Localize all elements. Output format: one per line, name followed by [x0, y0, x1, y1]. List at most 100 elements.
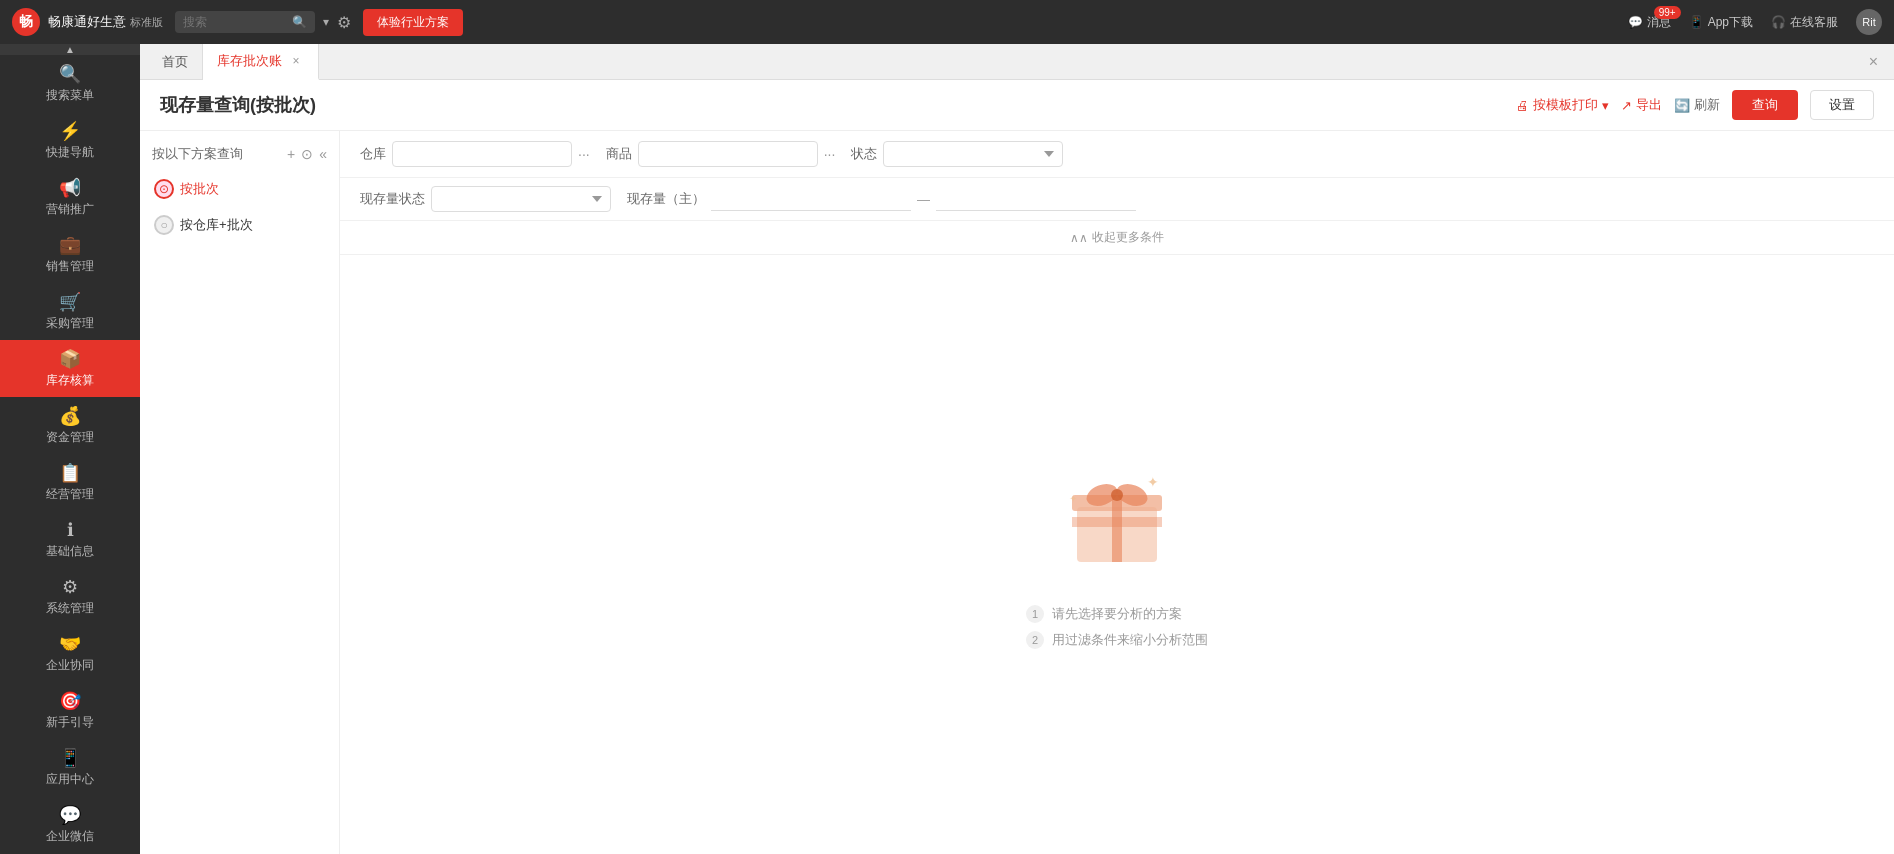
sidebar-item-marketing[interactable]: 📢 营销推广 — [0, 169, 140, 226]
left-panel-collapse-btn[interactable]: « — [319, 146, 327, 162]
headset-icon: 🎧 — [1771, 15, 1786, 29]
product-more-icon[interactable]: ··· — [824, 146, 836, 162]
enterprise-wechat-icon: 💬 — [59, 806, 81, 824]
query-button[interactable]: 查询 — [1732, 90, 1798, 120]
sidebar-item-enterprise-wechat[interactable]: 💬 企业微信 — [0, 796, 140, 853]
warehouse-input[interactable] — [392, 141, 572, 167]
page-header-actions: 🖨 按模板打印 ▾ ↗ 导出 🔄 刷新 查询 设置 — [1516, 90, 1874, 120]
header-chevron[interactable]: ▾ — [323, 15, 329, 29]
empty-step-1: 1 请先选择要分析的方案 — [1026, 601, 1208, 627]
operations-icon: 📋 — [59, 464, 81, 482]
refresh-btn[interactable]: 🔄 刷新 — [1674, 96, 1720, 114]
stock-qty-filter-label: 现存量（主） — [627, 190, 705, 208]
refresh-label: 刷新 — [1694, 96, 1720, 114]
status-select[interactable]: 全部 正常 禁用 — [883, 141, 1063, 167]
warehouse-more-icon[interactable]: ··· — [578, 146, 590, 162]
company-name: 畅康通好生意 — [48, 13, 126, 31]
tab-inventory-batch[interactable]: 库存批次账 × — [203, 44, 319, 80]
sidebar-item-cooperation[interactable]: 🤝 企业协同 — [0, 625, 140, 682]
basic-info-icon: ℹ — [67, 521, 74, 539]
empty-step2-text: 用过滤条件来缩小分析范围 — [1052, 627, 1208, 653]
main-layout: ▲ 🔍 搜索菜单 ⚡ 快捷导航 📢 营销推广 💼 销售管理 🛒 采购管理 📦 库… — [0, 44, 1894, 854]
stock-status-select[interactable]: 全部 有库存 无库存 — [431, 186, 611, 212]
search-wrapper: 🔍 — [175, 11, 315, 33]
product-filter-group: 商品 ··· — [606, 141, 836, 167]
messages-badge: 99+ — [1654, 6, 1681, 19]
tab-close-all-icon[interactable]: × — [1861, 53, 1886, 71]
filter-row-2: 现存量状态 全部 有库存 无库存 现存量（主） — — [340, 178, 1894, 221]
svg-text:✦: ✦ — [1069, 493, 1077, 504]
finance-label: 资金管理 — [46, 429, 94, 446]
search-menu-icon: 🔍 — [59, 65, 81, 83]
app-download-action[interactable]: 📱 App下载 — [1689, 14, 1753, 31]
print-chevron-icon: ▾ — [1602, 98, 1609, 113]
empty-step-2: 2 用过滤条件来缩小分析范围 — [1026, 627, 1208, 653]
user-profile-action[interactable]: Rit — [1856, 9, 1882, 35]
scheme-settings-btn[interactable]: ⊙ — [301, 146, 313, 162]
quick-nav-label: 快捷导航 — [46, 144, 94, 161]
search-menu-label: 搜索菜单 — [46, 87, 94, 104]
sidebar-item-app-center[interactable]: 📱 应用中心 — [0, 739, 140, 796]
sidebar-item-search-menu[interactable]: 🔍 搜索菜单 — [0, 55, 140, 112]
sidebar-item-basic-info[interactable]: ℹ 基础信息 — [0, 511, 140, 568]
refresh-icon: 🔄 — [1674, 98, 1690, 113]
search-icon: 🔍 — [292, 15, 307, 29]
scheme-warehouse-batch[interactable]: ○ 按仓库+批次 — [140, 207, 339, 243]
scheme-batch-icon: ⊙ — [154, 179, 174, 199]
svg-rect-2 — [1112, 495, 1122, 562]
product-input[interactable] — [638, 141, 818, 167]
collapse-label: 收起更多条件 — [1092, 229, 1164, 246]
stock-qty-from-input[interactable] — [711, 188, 911, 211]
messages-action[interactable]: 💬 消息 99+ — [1628, 14, 1671, 31]
new-guide-label: 新手引导 — [46, 714, 94, 731]
app-center-icon: 📱 — [59, 749, 81, 767]
left-panel-header: 按以下方案查询 + ⊙ « — [140, 141, 339, 171]
tab-close-icon[interactable]: × — [288, 53, 304, 69]
online-service-label: 在线客服 — [1790, 14, 1838, 31]
settings-button[interactable]: 设置 — [1810, 90, 1874, 120]
online-service-action[interactable]: 🎧 在线客服 — [1771, 14, 1838, 31]
stock-qty-filter-group: 现存量（主） — — [627, 188, 1136, 211]
print-icon: 🖨 — [1516, 98, 1529, 113]
export-btn[interactable]: ↗ 导出 — [1621, 96, 1662, 114]
cooperation-label: 企业协同 — [46, 657, 94, 674]
message-icon: 💬 — [1628, 15, 1643, 29]
svg-point-6 — [1111, 489, 1123, 501]
experience-industry-btn[interactable]: 体验行业方案 — [363, 9, 463, 36]
scheme-batch[interactable]: ⊙ 按批次 — [140, 171, 339, 207]
new-guide-icon: 🎯 — [59, 692, 81, 710]
header-gear-icon[interactable]: ⚙ — [337, 13, 351, 32]
add-scheme-btn[interactable]: + — [287, 146, 295, 162]
sidebar-item-purchase[interactable]: 🛒 采购管理 — [0, 283, 140, 340]
stock-qty-to-input[interactable] — [936, 188, 1136, 211]
print-btn[interactable]: 🖨 按模板打印 ▾ — [1516, 96, 1609, 114]
sidebar-item-new-guide[interactable]: 🎯 新手引导 — [0, 682, 140, 739]
tab-inventory-batch-label: 库存批次账 — [217, 52, 282, 70]
stock-qty-dash: — — [917, 192, 930, 207]
enterprise-wechat-label: 企业微信 — [46, 828, 94, 845]
app-download-icon: 📱 — [1689, 15, 1704, 29]
sales-icon: 💼 — [59, 236, 81, 254]
tab-home[interactable]: 首页 — [148, 44, 203, 80]
print-label: 按模板打印 — [1533, 96, 1598, 114]
content-area: 首页 库存批次账 × × 现存量查询(按批次) 🖨 按模板打印 ▾ ↗ 导出 — [140, 44, 1894, 854]
cooperation-icon: 🤝 — [59, 635, 81, 653]
filter-row-1: 仓库 ··· 商品 ··· 状态 全部 正常 — [340, 131, 1894, 178]
sidebar-item-system[interactable]: ⚙ 系统管理 — [0, 568, 140, 625]
left-panel-title: 按以下方案查询 — [152, 145, 243, 163]
sidebar-item-sales[interactable]: 💼 销售管理 — [0, 226, 140, 283]
app-download-label: App下载 — [1708, 14, 1753, 31]
sidebar-scroll-up[interactable]: ▲ — [0, 44, 140, 55]
sidebar-item-operations[interactable]: 📋 经营管理 — [0, 454, 140, 511]
scheme-warehouse-batch-icon: ○ — [154, 215, 174, 235]
sidebar-item-finance[interactable]: 💰 资金管理 — [0, 397, 140, 454]
purchase-label: 采购管理 — [46, 315, 94, 332]
tab-home-label: 首页 — [162, 53, 188, 71]
basic-info-label: 基础信息 — [46, 543, 94, 560]
app-center-label: 应用中心 — [46, 771, 94, 788]
collapse-conditions-btn[interactable]: ∧∧ 收起更多条件 — [340, 221, 1894, 255]
sidebar-item-quick-nav[interactable]: ⚡ 快捷导航 — [0, 112, 140, 169]
page-body: 按以下方案查询 + ⊙ « ⊙ 按批次 ○ 按仓库+批次 — [140, 131, 1894, 854]
sidebar-item-inventory[interactable]: 📦 库存核算 — [0, 340, 140, 397]
app-logo: 畅 — [12, 8, 40, 36]
